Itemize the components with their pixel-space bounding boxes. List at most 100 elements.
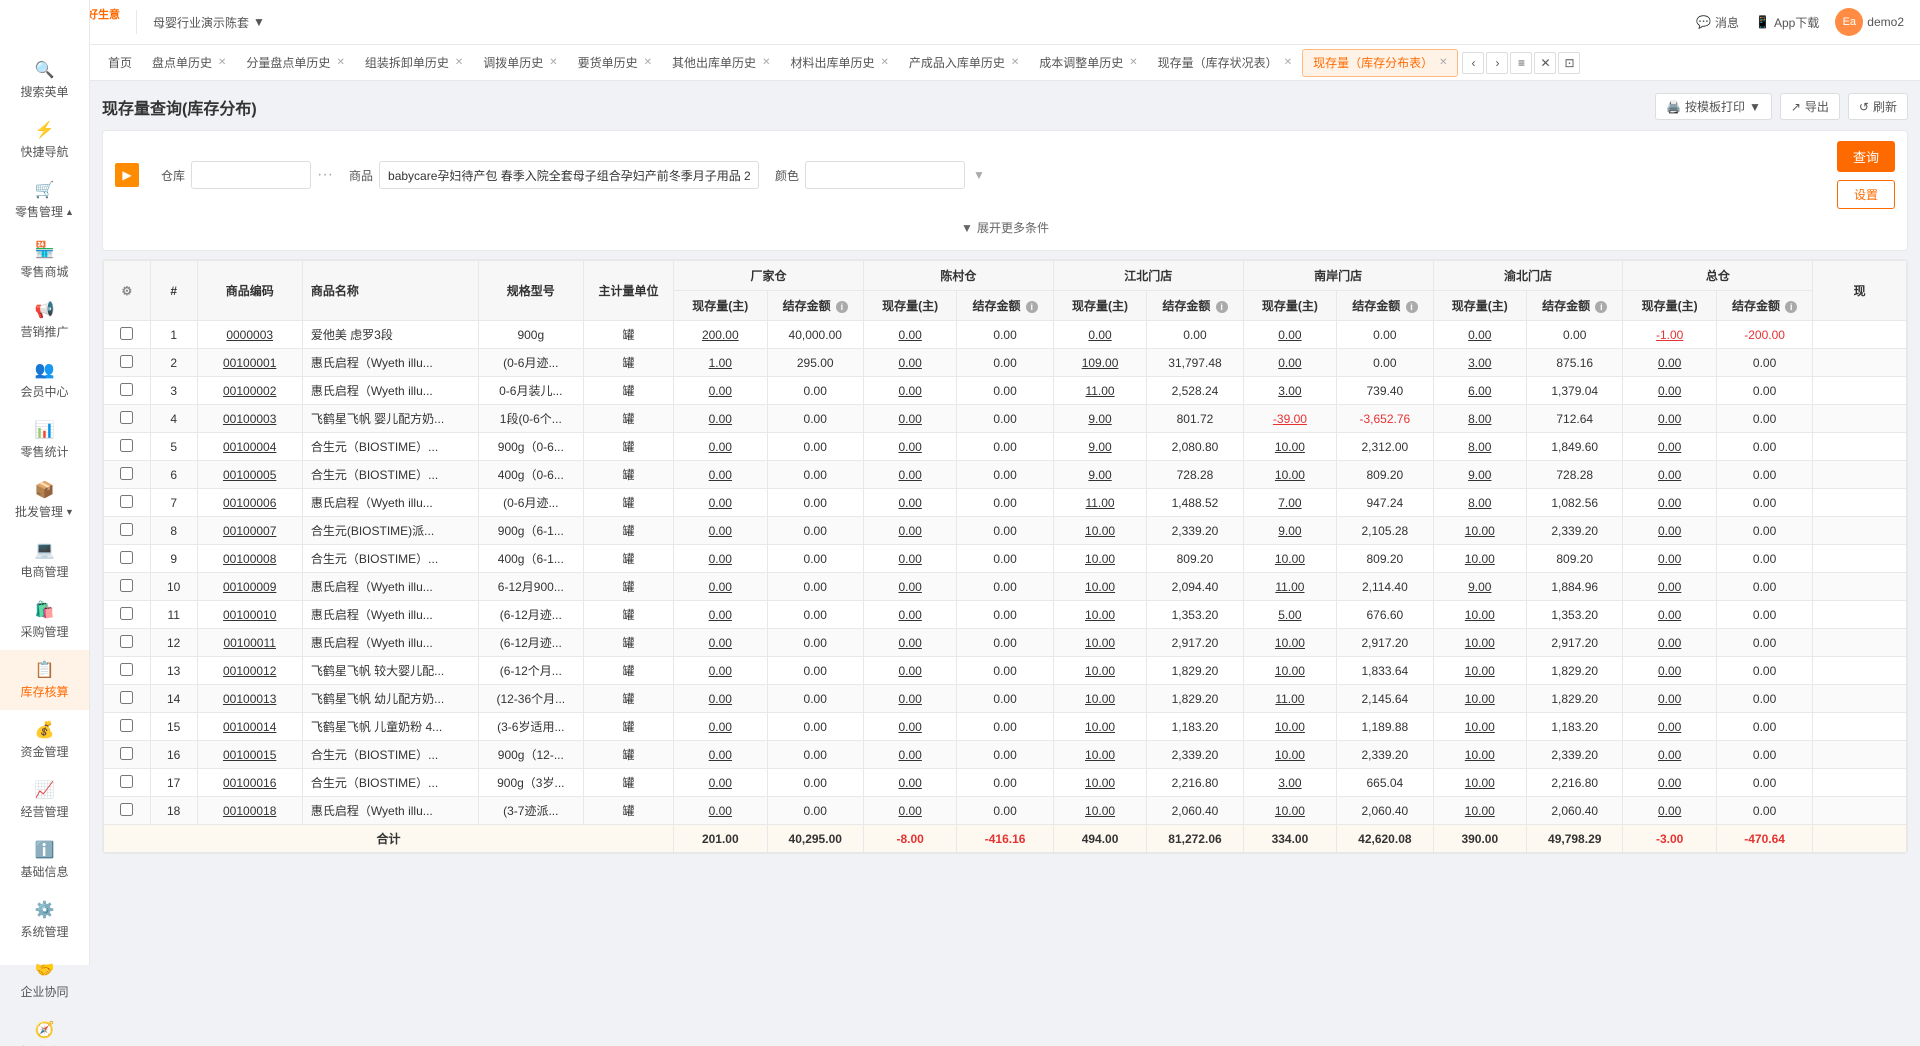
tab-material-out[interactable]: 材料出库单历史 ✕ xyxy=(780,49,898,77)
user-area[interactable]: Ea demo2 xyxy=(1835,8,1904,36)
row-checkbox[interactable] xyxy=(120,383,133,396)
yubeibei-stock-link[interactable]: 10.00 xyxy=(1465,804,1495,818)
cell-checkbox[interactable] xyxy=(104,601,151,629)
tab-split-history[interactable]: 分量盘点单历史 ✕ xyxy=(236,49,354,77)
row-checkbox[interactable] xyxy=(120,607,133,620)
factory-stock-link[interactable]: 0.00 xyxy=(709,748,732,762)
chenshan-stock-link[interactable]: 0.00 xyxy=(898,412,921,426)
nangan-stock-link[interactable]: 11.00 xyxy=(1275,692,1304,706)
row-checkbox[interactable] xyxy=(120,355,133,368)
total-stock-link[interactable]: 0.00 xyxy=(1658,608,1681,622)
row-checkbox[interactable] xyxy=(120,327,133,340)
cell-checkbox[interactable] xyxy=(104,517,151,545)
tab-menu-btn[interactable]: ≡ xyxy=(1510,52,1532,74)
search-button[interactable]: 查询 xyxy=(1837,141,1895,172)
jiangbei-stock-link[interactable]: 11.00 xyxy=(1085,496,1114,510)
factory-info-icon[interactable]: i xyxy=(836,301,848,313)
product-code-link[interactable]: 00100007 xyxy=(223,524,276,538)
product-code-link[interactable]: 00100009 xyxy=(223,580,276,594)
total-stock-link[interactable]: 0.00 xyxy=(1658,412,1681,426)
jiangbei-stock-link[interactable]: 9.00 xyxy=(1088,412,1111,426)
jiangbei-stock-link[interactable]: 109.00 xyxy=(1082,356,1119,370)
chenshan-stock-link[interactable]: 0.00 xyxy=(898,356,921,370)
cell-checkbox[interactable] xyxy=(104,433,151,461)
nangan-stock-link[interactable]: 0.00 xyxy=(1278,356,1301,370)
yubeibei-stock-link[interactable]: 10.00 xyxy=(1465,608,1495,622)
sidebar-item-ecommerce[interactable]: 💻 电商管理 xyxy=(0,530,89,590)
factory-stock-link[interactable]: 1.00 xyxy=(709,356,732,370)
nangan-stock-link[interactable]: 10.00 xyxy=(1275,748,1305,762)
tab-transfer[interactable]: 调拨单历史 ✕ xyxy=(473,49,567,77)
tab-close-icon4[interactable]: ✕ xyxy=(549,57,557,68)
tab-close-icon5[interactable]: ✕ xyxy=(644,57,652,68)
total-stock-link[interactable]: 0.00 xyxy=(1658,748,1681,762)
product-code-link[interactable]: 00100012 xyxy=(223,664,276,678)
factory-stock-link[interactable]: 0.00 xyxy=(709,664,732,678)
yubeibei-stock-link[interactable]: 10.00 xyxy=(1465,636,1495,650)
messages-btn[interactable]: 💬 消息 xyxy=(1696,14,1739,31)
jiangbei-stock-link[interactable]: 11.00 xyxy=(1085,384,1114,398)
row-checkbox[interactable] xyxy=(120,691,133,704)
jiangbei-stock-link[interactable]: 10.00 xyxy=(1085,636,1115,650)
factory-stock-link[interactable]: 0.00 xyxy=(709,608,732,622)
expand-conditions-btn[interactable]: ▼ 展开更多条件 xyxy=(953,215,1057,240)
cell-checkbox[interactable] xyxy=(104,545,151,573)
tab-other-out[interactable]: 其他出库单历史 ✕ xyxy=(662,49,780,77)
chenshan-stock-link[interactable]: 0.00 xyxy=(898,468,921,482)
chenshan-stock-link[interactable]: 0.00 xyxy=(898,580,921,594)
chenshan-stock-link[interactable]: 0.00 xyxy=(898,440,921,454)
cell-checkbox[interactable] xyxy=(104,349,151,377)
row-checkbox[interactable] xyxy=(120,719,133,732)
sidebar-item-business[interactable]: 📈 经营管理 xyxy=(0,770,89,830)
nangan-stock-link[interactable]: 11.00 xyxy=(1275,580,1304,594)
app-download-btn[interactable]: 📱 App下载 xyxy=(1755,14,1819,31)
row-checkbox[interactable] xyxy=(120,467,133,480)
sidebar-item-inventory[interactable]: 📋 库存核算 xyxy=(0,650,89,710)
yubeibei-stock-link[interactable]: 10.00 xyxy=(1465,748,1495,762)
row-checkbox[interactable] xyxy=(120,663,133,676)
jiangbei-stock-link[interactable]: 10.00 xyxy=(1085,692,1115,706)
row-checkbox[interactable] xyxy=(120,803,133,816)
jiangbei-stock-link[interactable]: 10.00 xyxy=(1085,552,1115,566)
chenshan-stock-link[interactable]: 0.00 xyxy=(898,328,921,342)
factory-stock-link[interactable]: 0.00 xyxy=(709,580,732,594)
sidebar-item-marketing[interactable]: 📢 营销推广 xyxy=(0,290,89,350)
cell-checkbox[interactable] xyxy=(104,489,151,517)
nangan-stock-link[interactable]: 3.00 xyxy=(1278,384,1301,398)
nangan-stock-link[interactable]: 9.00 xyxy=(1278,524,1301,538)
yubeibei-stock-link[interactable]: 8.00 xyxy=(1468,412,1491,426)
chenshan-stock-link[interactable]: 0.00 xyxy=(898,748,921,762)
yubeibei-stock-link[interactable]: 3.00 xyxy=(1468,356,1491,370)
nangan-stock-link[interactable]: 5.00 xyxy=(1278,608,1301,622)
yubeibei-stock-link[interactable]: 8.00 xyxy=(1468,496,1491,510)
factory-stock-link[interactable]: 0.00 xyxy=(709,384,732,398)
nangan-info-icon[interactable]: i xyxy=(1406,301,1418,313)
factory-stock-link[interactable]: 0.00 xyxy=(709,804,732,818)
tab-inventory-history[interactable]: 盘点单历史 ✕ xyxy=(142,49,236,77)
jiangbei-stock-link[interactable]: 10.00 xyxy=(1085,804,1115,818)
tab-close-icon10[interactable]: ✕ xyxy=(1284,57,1292,68)
jiangbei-info-icon[interactable]: i xyxy=(1216,301,1228,313)
tab-next-btn[interactable]: › xyxy=(1486,52,1508,74)
yubeibei-stock-link[interactable]: 10.00 xyxy=(1465,552,1495,566)
tab-close-all-btn[interactable]: ✕ xyxy=(1534,52,1556,74)
total-stock-link[interactable]: 0.00 xyxy=(1658,664,1681,678)
yubeibei-stock-link[interactable]: 10.00 xyxy=(1465,692,1495,706)
sidebar-item-retail-stats[interactable]: 📊 零售统计 xyxy=(0,410,89,470)
row-checkbox[interactable] xyxy=(120,635,133,648)
yubeibei-stock-link[interactable]: 9.00 xyxy=(1468,468,1491,482)
org-selector[interactable]: 母婴行业演示陈套 ▼ xyxy=(153,14,265,31)
export-btn[interactable]: ↗ 导出 xyxy=(1780,93,1840,120)
tab-home[interactable]: 首页 xyxy=(98,49,142,77)
factory-stock-link[interactable]: 0.00 xyxy=(709,524,732,538)
product-code-link[interactable]: 00100014 xyxy=(223,720,276,734)
row-checkbox[interactable] xyxy=(120,495,133,508)
tab-close-icon7[interactable]: ✕ xyxy=(880,57,888,68)
nangan-stock-link[interactable]: 10.00 xyxy=(1275,804,1305,818)
yubeibei-stock-link[interactable]: 8.00 xyxy=(1468,440,1491,454)
row-checkbox[interactable] xyxy=(120,747,133,760)
sidebar-item-retail-shop[interactable]: 🏪 零售商城 xyxy=(0,230,89,290)
nangan-stock-link[interactable]: 0.00 xyxy=(1278,328,1301,342)
nangan-stock-link[interactable]: 3.00 xyxy=(1278,776,1301,790)
jiangbei-stock-link[interactable]: 10.00 xyxy=(1085,776,1115,790)
